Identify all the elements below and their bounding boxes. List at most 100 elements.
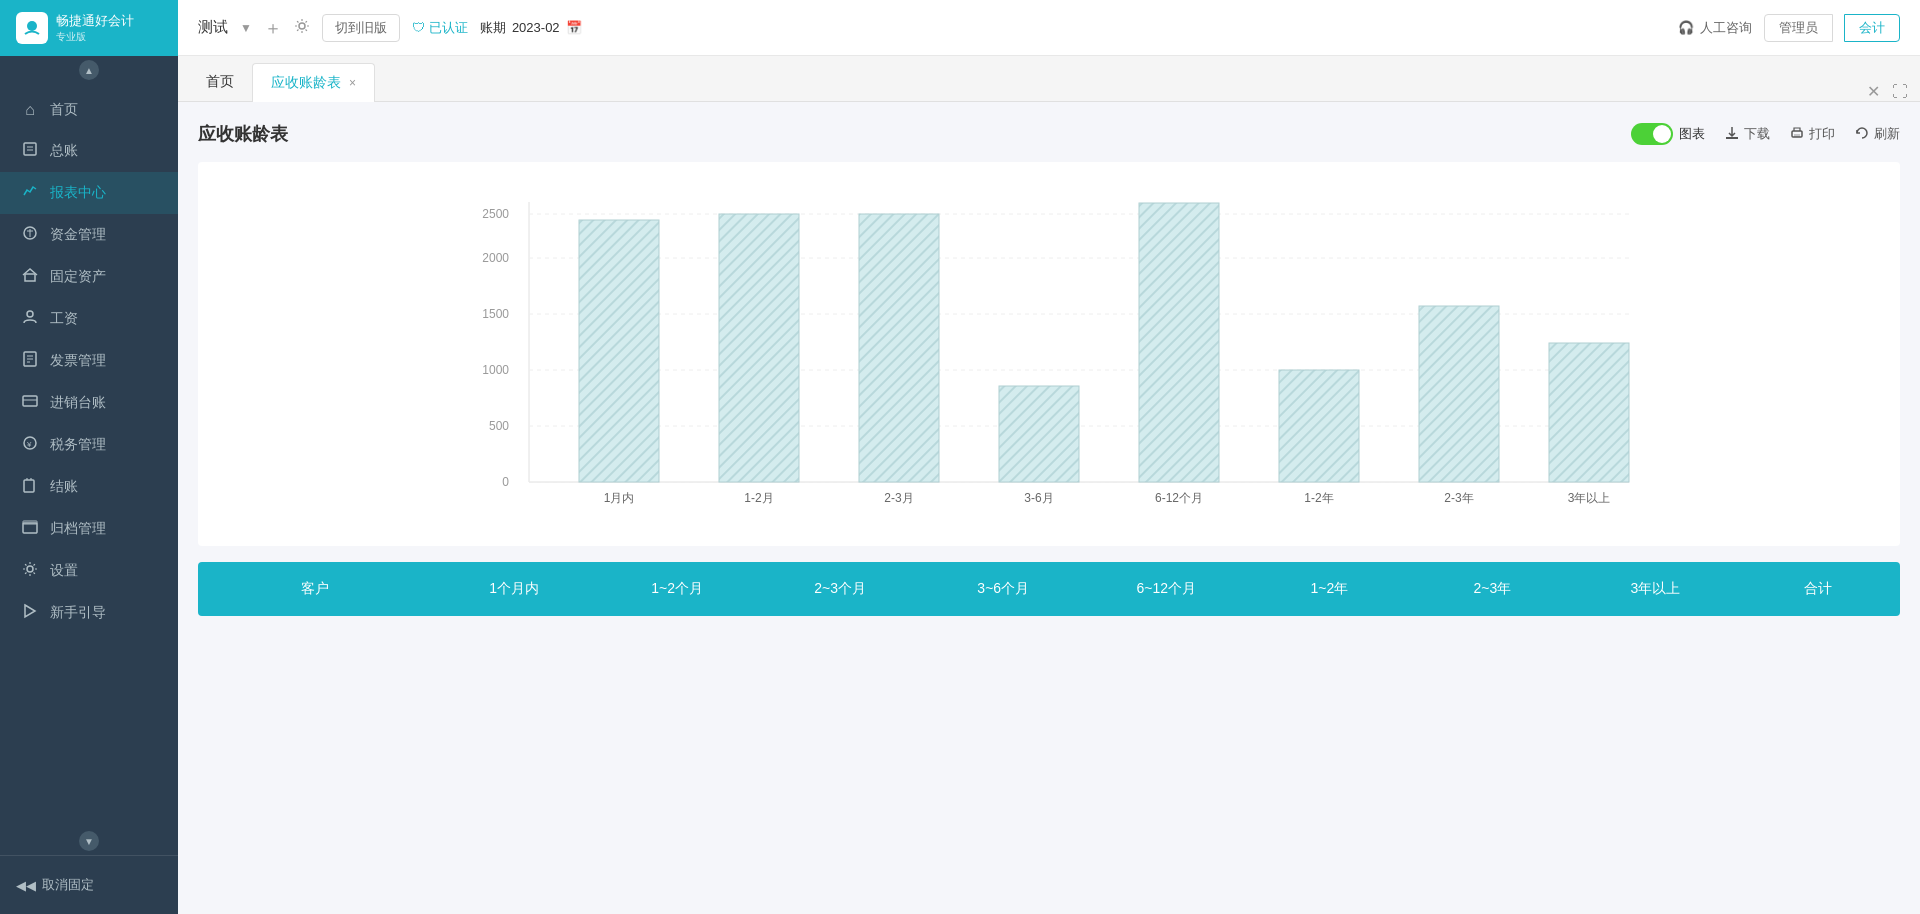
report-icon <box>20 183 40 203</box>
svg-text:500: 500 <box>489 419 509 433</box>
archive-icon <box>20 519 40 539</box>
consult-label: 人工咨询 <box>1700 19 1752 37</box>
svg-text:2-3年: 2-3年 <box>1444 491 1473 505</box>
col-header-2-3m: 2~3个月 <box>759 562 922 616</box>
print-button[interactable]: 打印 <box>1790 125 1835 143</box>
scroll-up-arrow[interactable]: ▲ <box>79 60 99 80</box>
print-icon <box>1790 126 1804 143</box>
sidebar-item-wage[interactable]: 工资 <box>0 298 178 340</box>
sidebar-label-archive: 归档管理 <box>50 520 106 538</box>
svg-rect-43 <box>859 214 939 482</box>
user-button[interactable]: 管理员 <box>1764 14 1833 42</box>
sidebar-item-sales[interactable]: 进销台账 <box>0 382 178 424</box>
calendar-icon[interactable]: 📅 <box>566 20 582 35</box>
consult-button[interactable]: 🎧 人工咨询 <box>1678 19 1752 37</box>
sidebar-item-settings[interactable]: 设置 <box>0 550 178 592</box>
workspace-chevron-icon[interactable]: ▼ <box>240 21 252 35</box>
sidebar-item-invoice[interactable]: 发票管理 <box>0 340 178 382</box>
svg-text:1500: 1500 <box>482 307 509 321</box>
sidebar-label-assets: 固定资产 <box>50 268 106 286</box>
tab-actions: ✕ ⛶ <box>1867 82 1920 101</box>
certified-badge: 🛡 已认证 <box>412 19 468 37</box>
sidebar-label-report: 报表中心 <box>50 184 106 202</box>
tab-close-icon[interactable]: × <box>349 76 356 90</box>
download-button[interactable]: 下载 <box>1725 125 1770 143</box>
svg-rect-7 <box>25 274 35 281</box>
role-button[interactable]: 会计 <box>1844 14 1900 42</box>
toggle-knob <box>1653 125 1671 143</box>
col-header-1-2y: 1~2年 <box>1248 562 1411 616</box>
scroll-down-btn[interactable]: ▼ <box>0 827 178 855</box>
headset-icon: 🎧 <box>1678 20 1694 35</box>
logo-sub: 专业版 <box>56 30 134 43</box>
print-label: 打印 <box>1809 125 1835 143</box>
old-version-button[interactable]: 切到旧版 <box>322 14 400 42</box>
svg-rect-51 <box>1419 306 1499 482</box>
period-display: 账期 2023-02 📅 <box>480 19 582 37</box>
chart-container: 0 500 1000 1500 2000 2500 1月内 1-2月 <box>198 162 1900 546</box>
page-header: 应收账龄表 图表 下载 打 <box>198 122 1900 146</box>
sidebar-label-close: 结账 <box>50 478 78 496</box>
sidebar-item-archive[interactable]: 归档管理 <box>0 508 178 550</box>
logo-text: 畅捷通好会计 专业版 <box>56 13 134 43</box>
sidebar-item-close[interactable]: 结账 <box>0 466 178 508</box>
svg-rect-39 <box>579 220 659 482</box>
tax-icon: ¥ <box>20 435 40 455</box>
sidebar-item-tax[interactable]: ¥ 税务管理 <box>0 424 178 466</box>
add-workspace-icon[interactable]: ＋ <box>264 16 282 40</box>
tab-home[interactable]: 首页 <box>188 63 252 101</box>
settings-icon <box>20 561 40 581</box>
svg-text:2-3月: 2-3月 <box>884 491 913 505</box>
expand-icon[interactable]: ⛶ <box>1892 83 1908 101</box>
gear-icon[interactable] <box>294 18 310 38</box>
svg-rect-17 <box>24 480 34 492</box>
guide-icon <box>20 603 40 623</box>
col-header-total: 合计 <box>1737 562 1900 616</box>
sidebar-item-fund[interactable]: 资金管理 <box>0 214 178 256</box>
sidebar-item-guide[interactable]: 新手引导 <box>0 592 178 634</box>
sidebar-item-home[interactable]: ⌂ 首页 <box>0 90 178 130</box>
svg-text:1-2年: 1-2年 <box>1304 491 1333 505</box>
workspace-name: 测试 <box>198 18 228 37</box>
sidebar-item-report[interactable]: 报表中心 <box>0 172 178 214</box>
svg-rect-24 <box>1794 134 1800 137</box>
svg-point-20 <box>27 566 33 572</box>
svg-point-22 <box>299 23 305 29</box>
home-icon: ⌂ <box>20 101 40 119</box>
svg-text:3-6月: 3-6月 <box>1024 491 1053 505</box>
svg-rect-53 <box>1549 343 1629 482</box>
chart-toggle[interactable] <box>1631 123 1673 145</box>
tab-report[interactable]: 应收账龄表 × <box>252 63 375 102</box>
col-header-3-6m: 3~6个月 <box>922 562 1085 616</box>
download-label: 下载 <box>1744 125 1770 143</box>
svg-text:3年以上: 3年以上 <box>1568 491 1611 505</box>
col-header-1m: 1个月内 <box>433 562 596 616</box>
page-title: 应收账龄表 <box>198 122 288 146</box>
cancel-fixed-btn[interactable]: ◀◀ 取消固定 <box>0 866 178 904</box>
pin-left-icon: ◀◀ <box>16 878 36 893</box>
scroll-up-btn[interactable]: ▲ <box>0 56 178 84</box>
svg-rect-1 <box>24 143 36 155</box>
svg-text:2500: 2500 <box>482 207 509 221</box>
col-header-customer: 客户 <box>198 562 433 616</box>
svg-text:¥: ¥ <box>26 440 32 449</box>
period-value: 2023-02 <box>512 20 560 35</box>
scroll-down-arrow[interactable]: ▼ <box>79 831 99 851</box>
sidebar-label-sales: 进销台账 <box>50 394 106 412</box>
tab-home-label: 首页 <box>206 73 234 91</box>
sidebar-item-assets[interactable]: 固定资产 <box>0 256 178 298</box>
sales-icon <box>20 393 40 413</box>
sidebar-logo: 畅捷通好会计 专业版 <box>0 0 178 56</box>
col-header-6-12m: 6~12个月 <box>1085 562 1248 616</box>
svg-point-8 <box>27 311 33 317</box>
table-header: 客户 1个月内 1~2个月 2~3个月 3~6个月 6~12个月 1~2年 2~… <box>198 562 1900 616</box>
logo-name: 畅捷通好会计 <box>56 13 134 30</box>
certified-text: 已认证 <box>429 19 468 37</box>
refresh-icon <box>1855 126 1869 143</box>
download-icon <box>1725 126 1739 143</box>
page-actions: 图表 下载 打印 刷新 <box>1631 123 1900 145</box>
close-window-icon[interactable]: ✕ <box>1867 82 1880 101</box>
refresh-button[interactable]: 刷新 <box>1855 125 1900 143</box>
col-header-3y-plus: 3年以上 <box>1574 562 1737 616</box>
sidebar-item-ledger[interactable]: 总账 <box>0 130 178 172</box>
